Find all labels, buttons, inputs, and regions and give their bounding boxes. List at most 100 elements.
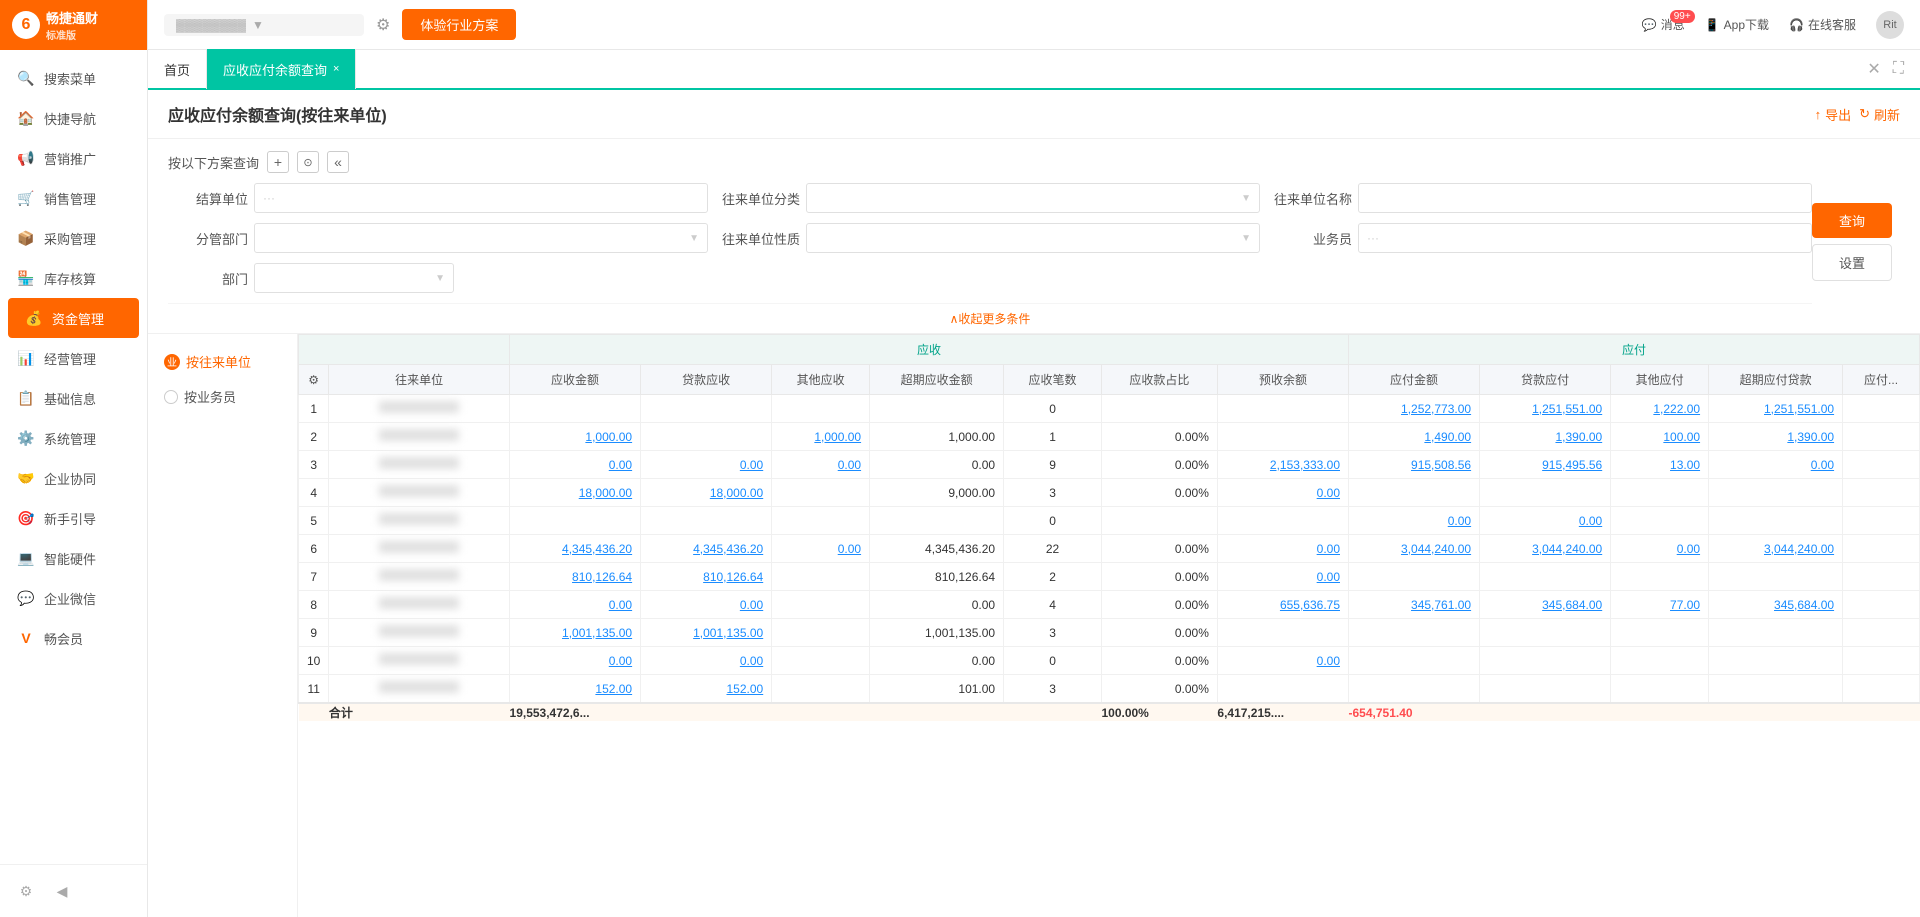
table-cell[interactable]: 810,126.64 (641, 563, 772, 591)
sidebar-item-member[interactable]: V 畅会员 (0, 618, 147, 658)
table-cell[interactable]: 0.00 (510, 647, 641, 675)
table-cell[interactable]: 1,000.00 (510, 423, 641, 451)
salesman-scheme-icon (164, 390, 178, 404)
table-cell[interactable]: 1,252,773.00 (1349, 395, 1480, 423)
topbar-app-download[interactable]: 📱 App下载 (1705, 16, 1769, 33)
col-settings[interactable]: ⚙ (299, 365, 329, 395)
window-expand-icon[interactable]: ⛶ (1893, 60, 1904, 78)
table-cell[interactable]: 18,000.00 (510, 479, 641, 507)
settlement-input[interactable]: ··· (254, 183, 708, 213)
table-cell[interactable]: 77.00 (1611, 591, 1709, 619)
table-cell[interactable]: 3,044,240.00 (1709, 535, 1843, 563)
salesman-input[interactable]: ··· (1358, 223, 1812, 253)
sidebar-item-hardware[interactable]: 💻 智能硬件 (0, 538, 147, 578)
topbar-address[interactable]: ▓▓▓▓▓▓▓▓ ▼ (164, 14, 364, 36)
table-cell[interactable]: 345,761.00 (1349, 591, 1480, 619)
sidebar-item-operations[interactable]: 📊 经营管理 (0, 338, 147, 378)
table-cell[interactable]: 3,044,240.00 (1480, 535, 1611, 563)
collapse-more-button[interactable]: ∧ 收起更多条件 (168, 303, 1812, 333)
table-cell[interactable]: 345,684.00 (1709, 591, 1843, 619)
table-cell[interactable]: 2,153,333.00 (1217, 451, 1348, 479)
table-cell[interactable]: 0.00 (1217, 535, 1348, 563)
table-cell[interactable]: 0.00 (772, 535, 870, 563)
table-cell[interactable]: 0.00 (510, 591, 641, 619)
sidebar-collapse-button[interactable]: ◀ (48, 877, 76, 905)
table-cell[interactable]: 1,390.00 (1709, 423, 1843, 451)
sidebar-item-marketing[interactable]: 📢 营销推广 (0, 138, 147, 178)
table-cell[interactable]: 0.00 (641, 591, 772, 619)
query-button[interactable]: 查询 (1812, 203, 1892, 238)
filter-expand-button[interactable]: « (327, 151, 349, 173)
table-cell[interactable]: 0.00 (772, 451, 870, 479)
topbar-cta-button[interactable]: 体验行业方案 (402, 9, 516, 40)
topbar-settings-icon[interactable]: ⚙ (376, 15, 390, 35)
table-cell[interactable]: 0.00 (1217, 563, 1348, 591)
table-cell[interactable]: 152.00 (510, 675, 641, 704)
nature-select[interactable]: ▼ (806, 223, 1260, 253)
sidebar-item-guide[interactable]: 🎯 新手引导 (0, 498, 147, 538)
table-cell[interactable]: 152.00 (641, 675, 772, 704)
table-cell[interactable]: 4,345,436.20 (510, 535, 641, 563)
sidebar-item-purchase[interactable]: 📦 采购管理 (0, 218, 147, 258)
sidebar-settings-button[interactable]: ⚙ (12, 877, 40, 905)
tab-ar-ap[interactable]: 应收应付余额查询 × (207, 49, 356, 89)
table-cell[interactable]: 0.00 (1349, 507, 1480, 535)
table-cell[interactable]: 13.00 (1611, 451, 1709, 479)
footer-ar-amount[interactable]: 19,553,472,6... (510, 703, 641, 721)
table-cell[interactable]: 0.00 (1217, 479, 1348, 507)
table-cell[interactable]: 0.00 (1709, 451, 1843, 479)
sidebar-item-finance[interactable]: 💰 资金管理 (8, 298, 139, 338)
topbar-user[interactable]: Rit (1876, 11, 1904, 39)
table-cell[interactable]: 18,000.00 (641, 479, 772, 507)
table-cell (1480, 675, 1611, 704)
table-cell[interactable]: 0.00 (1480, 507, 1611, 535)
table-cell[interactable]: 1,001,135.00 (510, 619, 641, 647)
division-select[interactable]: ▼ (254, 263, 454, 293)
table-cell[interactable]: 345,684.00 (1480, 591, 1611, 619)
table-cell[interactable]: 4,345,436.20 (641, 535, 772, 563)
refresh-button[interactable]: ↻ 刷新 (1859, 105, 1900, 124)
table-cell[interactable]: 0.00 (641, 451, 772, 479)
sidebar-item-collab[interactable]: 🤝 企业协同 (0, 458, 147, 498)
table-cell[interactable]: 1,001,135.00 (641, 619, 772, 647)
table-cell[interactable]: 655,636.75 (1217, 591, 1348, 619)
sidebar-item-quick-nav[interactable]: 🏠 快捷导航 (0, 98, 147, 138)
export-button[interactable]: ↑ 导出 (1815, 105, 1852, 124)
table-cell[interactable]: 1,490.00 (1349, 423, 1480, 451)
window-close-icon[interactable]: ✕ (1867, 59, 1880, 79)
settings-button[interactable]: 设置 (1812, 244, 1892, 281)
table-cell[interactable]: 810,126.64 (510, 563, 641, 591)
name-input[interactable] (1358, 183, 1812, 213)
topbar-online-service[interactable]: 🎧 在线客服 (1789, 16, 1856, 33)
filter-add-button[interactable]: + (267, 151, 289, 173)
table-cell[interactable]: 1,000.00 (772, 423, 870, 451)
filter-config-button[interactable]: ⊙ (297, 151, 319, 173)
table-cell[interactable]: 0.00 (1611, 535, 1709, 563)
topbar-message-button[interactable]: 💬 消息 99+ (1642, 16, 1685, 33)
sidebar-item-system[interactable]: ⚙️ 系统管理 (0, 418, 147, 458)
table-cell (1611, 675, 1709, 704)
category-select[interactable]: ▼ (806, 183, 1260, 213)
tab-home[interactable]: 首页 (148, 49, 207, 89)
table-cell[interactable]: 915,508.56 (1349, 451, 1480, 479)
table-cell[interactable]: 1,222.00 (1611, 395, 1709, 423)
sidebar-item-search-menu[interactable]: 🔍 搜索菜单 (0, 58, 147, 98)
scheme-item-by-company[interactable]: 业 按往来单位 (148, 344, 297, 379)
table-cell[interactable]: 915,495.56 (1480, 451, 1611, 479)
table-cell[interactable]: 0.00 (641, 647, 772, 675)
tab-close-button[interactable]: × (333, 63, 339, 75)
sidebar-item-inventory[interactable]: 🏪 库存核算 (0, 258, 147, 298)
sidebar-item-wechat[interactable]: 💬 企业微信 (0, 578, 147, 618)
table-cell[interactable]: 3,044,240.00 (1349, 535, 1480, 563)
table-cell[interactable]: 0.00 (510, 451, 641, 479)
table-cell[interactable]: 1,251,551.00 (1709, 395, 1843, 423)
sidebar-item-sales[interactable]: 🛒 销售管理 (0, 178, 147, 218)
table-cell[interactable]: 1,390.00 (1480, 423, 1611, 451)
table-cell[interactable]: 100.00 (1611, 423, 1709, 451)
dept-select[interactable]: ▼ (254, 223, 708, 253)
sidebar-item-basic[interactable]: 📋 基础信息 (0, 378, 147, 418)
table-cell[interactable]: 0.00 (1217, 647, 1348, 675)
table-cell[interactable]: 1,251,551.00 (1480, 395, 1611, 423)
footer-ar-prepay[interactable]: 6,417,215.... (1217, 703, 1348, 721)
scheme-item-by-salesman[interactable]: 按业务员 (148, 379, 297, 414)
